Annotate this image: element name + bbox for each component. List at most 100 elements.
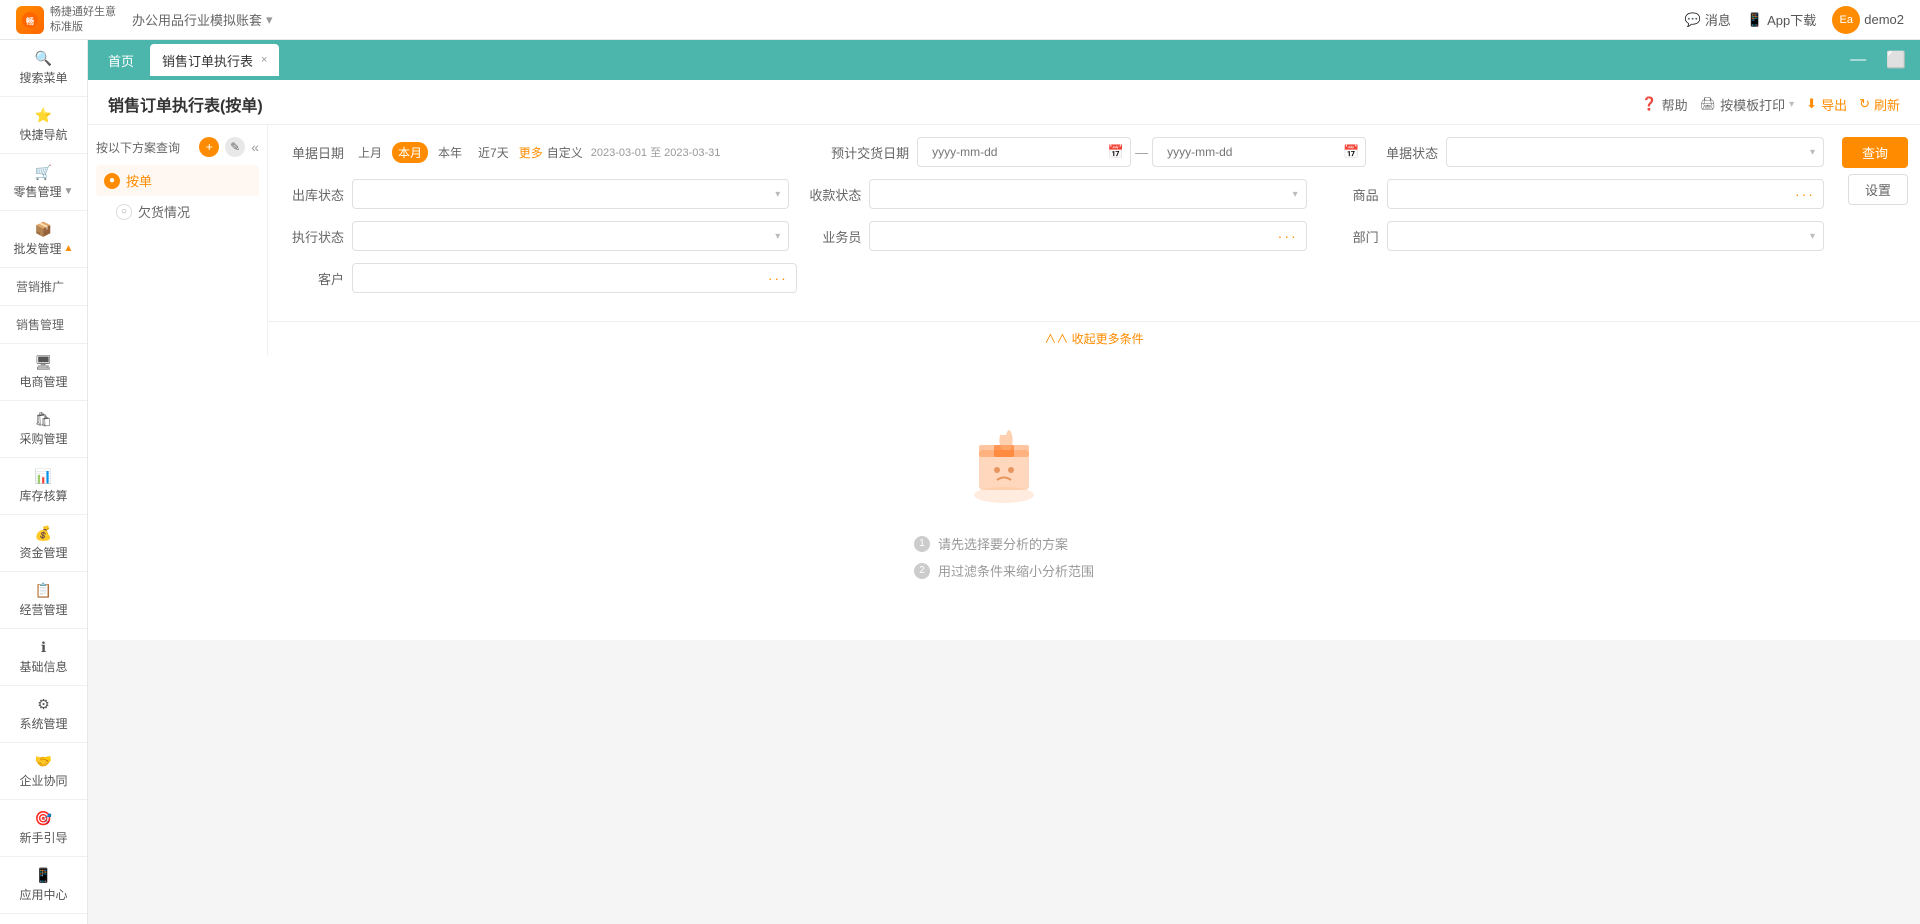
filter-main: 单据日期 上月 本月 本年 近7天 更多 (268, 125, 1920, 355)
tab-sales-order-exec[interactable]: 销售订单执行表 × (150, 44, 279, 76)
help-button[interactable]: ❓ 帮助 (1641, 95, 1687, 114)
product-select[interactable]: ··· (1387, 179, 1824, 209)
message-button[interactable]: 💬 消息 (1685, 10, 1731, 29)
finance-icon: 💰 (4, 525, 83, 542)
filter-field-customer: 客户 ··· (284, 263, 797, 293)
sidebar-item-retail[interactable]: 🛒 零售管理 ▼ (0, 154, 87, 211)
add-scheme-button[interactable]: + (199, 137, 219, 157)
filter-sidebar-actions: + ✎ « (199, 137, 259, 157)
sidebar-item-wechat[interactable]: 💬 企业微信 (0, 914, 87, 924)
exec-status-select[interactable]: ▾ (352, 221, 789, 251)
help-icon: ❓ (1641, 96, 1657, 112)
date-tab-last-month[interactable]: 上月 (352, 142, 388, 163)
date-tab-last7days[interactable]: 近7天 (472, 142, 515, 163)
dept-chevron-icon: ▾ (1810, 231, 1815, 242)
tabs-right-actions: — ⬜ (1844, 48, 1912, 72)
sidebar-item-ecommerce[interactable]: 🖥 电商管理 (0, 344, 87, 401)
retail-icon: 🛒 (35, 164, 52, 181)
date-separator: — (1135, 145, 1148, 160)
delivery-status-label: 出库状态 (284, 185, 344, 204)
sidebar-item-wholesale[interactable]: 📦 批发管理 ▲ (0, 211, 87, 268)
edit-scheme-button[interactable]: ✎ (225, 137, 245, 157)
template-print-button[interactable]: 🖨 按模板打印 ▾ (1700, 95, 1795, 114)
export-button[interactable]: ⬇ 导出 (1806, 95, 1847, 114)
collapse-sidebar-button[interactable]: « (251, 139, 259, 155)
search-menu-icon: 🔍 (4, 50, 83, 67)
filter-form: 单据日期 上月 本月 本年 近7天 更多 (268, 125, 1840, 317)
sidebar-item-enterprise[interactable]: 🤝 企业协同 (0, 743, 87, 800)
system-icon: ⚙ (4, 696, 83, 713)
breadcrumb-arrow-icon[interactable]: ▾ (266, 12, 273, 28)
sidebar-item-newbie[interactable]: 🎯 新手引导 (0, 800, 87, 857)
app-download-button[interactable]: 📱 App下载 (1747, 10, 1816, 29)
basic-icon: ℹ (4, 639, 83, 656)
date-tab-custom[interactable]: 自定义 (547, 144, 583, 161)
sidebar-item-appstore[interactable]: 📱 应用中心 (0, 857, 87, 914)
refresh-icon: ↻ (1859, 96, 1870, 112)
sidebar-item-basic[interactable]: ℹ 基础信息 (0, 629, 87, 686)
date-tab-this-year[interactable]: 本年 (432, 142, 468, 163)
sidebar-item-inventory[interactable]: 📊 库存核算 (0, 458, 87, 515)
tab-maximize-button[interactable]: ⬜ (1880, 48, 1912, 72)
filter-row-3: 执行状态 ▾ 业务员 (284, 221, 1824, 251)
tab-close-icon[interactable]: × (261, 54, 267, 66)
scheme-icon-欠货情况: ○ (116, 204, 132, 220)
filter-area-wrapper: 按以下方案查询 + ✎ « ● 按单 ○ (88, 125, 1920, 355)
calendar-end-icon[interactable]: 📅 (1343, 144, 1359, 160)
customer-dots-icon: ··· (768, 270, 788, 286)
page-title-bar: 销售订单执行表(按单) ❓ 帮助 🖨 按模板打印 ▾ ⬇ (88, 80, 1920, 125)
sidebar-item-marketing[interactable]: 营销推广 (0, 268, 87, 306)
sidebar-item-search-menu[interactable]: 🔍 搜索菜单 (0, 40, 87, 97)
tabs-bar: 首页 销售订单执行表 × — ⬜ (88, 40, 1920, 80)
sidebar-item-system[interactable]: ⚙ 系统管理 (0, 686, 87, 743)
scheme-item-按单[interactable]: ● 按单 (96, 165, 259, 196)
payment-status-select[interactable]: ▾ (869, 179, 1306, 209)
newbie-icon: 🎯 (4, 810, 83, 827)
sidebar-item-purchase[interactable]: 🛍 采购管理 (0, 401, 87, 458)
export-icon: ⬇ (1806, 96, 1817, 112)
dept-select[interactable]: ▾ (1387, 221, 1824, 251)
user-area[interactable]: Ea demo2 (1832, 6, 1904, 34)
expected-date-range: 📅 — 📅 (917, 137, 1366, 167)
filter-row-2: 出库状态 ▾ 收款状态 (284, 179, 1824, 209)
date-label: 单据日期 (284, 143, 344, 162)
customer-label: 客户 (284, 269, 344, 288)
scheme-icon-按单: ● (104, 173, 120, 189)
expected-date-end-wrap: 📅 (1152, 137, 1366, 167)
operations-icon: 📋 (4, 582, 83, 599)
tab-minimize-button[interactable]: — (1844, 49, 1872, 71)
calendar-start-icon[interactable]: 📅 (1108, 144, 1124, 160)
sidebar-item-finance[interactable]: 💰 资金管理 (0, 515, 87, 572)
delivery-status-select[interactable]: ▾ (352, 179, 789, 209)
sidebar-item-sales[interactable]: 销售管理 (0, 306, 87, 344)
filter-field-salesperson: 业务员 ··· (801, 221, 1306, 251)
filter-field-exec-status: 执行状态 ▾ (284, 221, 789, 251)
salesperson-select[interactable]: ··· (869, 221, 1306, 251)
purchase-icon: 🛍 (4, 411, 83, 428)
sidebar-item-operations[interactable]: 📋 经营管理 (0, 572, 87, 629)
query-actions: 查询 设置 (1840, 125, 1920, 317)
refresh-button[interactable]: ↻ 刷新 (1859, 95, 1900, 114)
sidebar-item-quick-nav[interactable]: ⭐ 快捷导航 (0, 97, 87, 154)
tip-1-num: 1 (914, 536, 930, 552)
query-button[interactable]: 查询 (1842, 137, 1908, 168)
filter-field-date: 单据日期 上月 本月 本年 近7天 更多 (284, 142, 819, 163)
settings-button[interactable]: 设置 (1848, 174, 1908, 205)
date-tab-this-month[interactable]: 本月 (392, 142, 428, 163)
date-tab-more[interactable]: 更多 (519, 144, 543, 161)
collapse-more-button[interactable]: ∧∧ 收起更多条件 (268, 321, 1920, 355)
page-title-actions: ❓ 帮助 🖨 按模板打印 ▾ ⬇ 导出 ↻ (1641, 95, 1900, 114)
download-icon: 📱 (1747, 12, 1763, 28)
tab-home[interactable]: 首页 (96, 44, 146, 76)
expected-date-start-input[interactable] (924, 145, 1108, 159)
doc-status-select[interactable]: ▾ (1446, 137, 1824, 167)
customer-select[interactable]: ··· (352, 263, 797, 293)
expected-date-end-input[interactable] (1159, 145, 1343, 159)
tip-2-text: 用过滤条件来缩小分析范围 (938, 561, 1094, 580)
delivery-chevron-icon: ▾ (775, 189, 780, 200)
date-range-text: 2023-03-01 至 2023-03-31 (591, 144, 721, 160)
scheme-item-欠货情况[interactable]: ○ 欠货情况 (96, 196, 259, 227)
filter-sidebar: 按以下方案查询 + ✎ « ● 按单 ○ (88, 125, 268, 355)
sidebar: 🔍 搜索菜单 ⭐ 快捷导航 🛒 零售管理 ▼ 📦 批发管理 ▲ 营销推广 销售管… (0, 40, 88, 924)
wholesale-icon: 📦 (35, 221, 52, 238)
